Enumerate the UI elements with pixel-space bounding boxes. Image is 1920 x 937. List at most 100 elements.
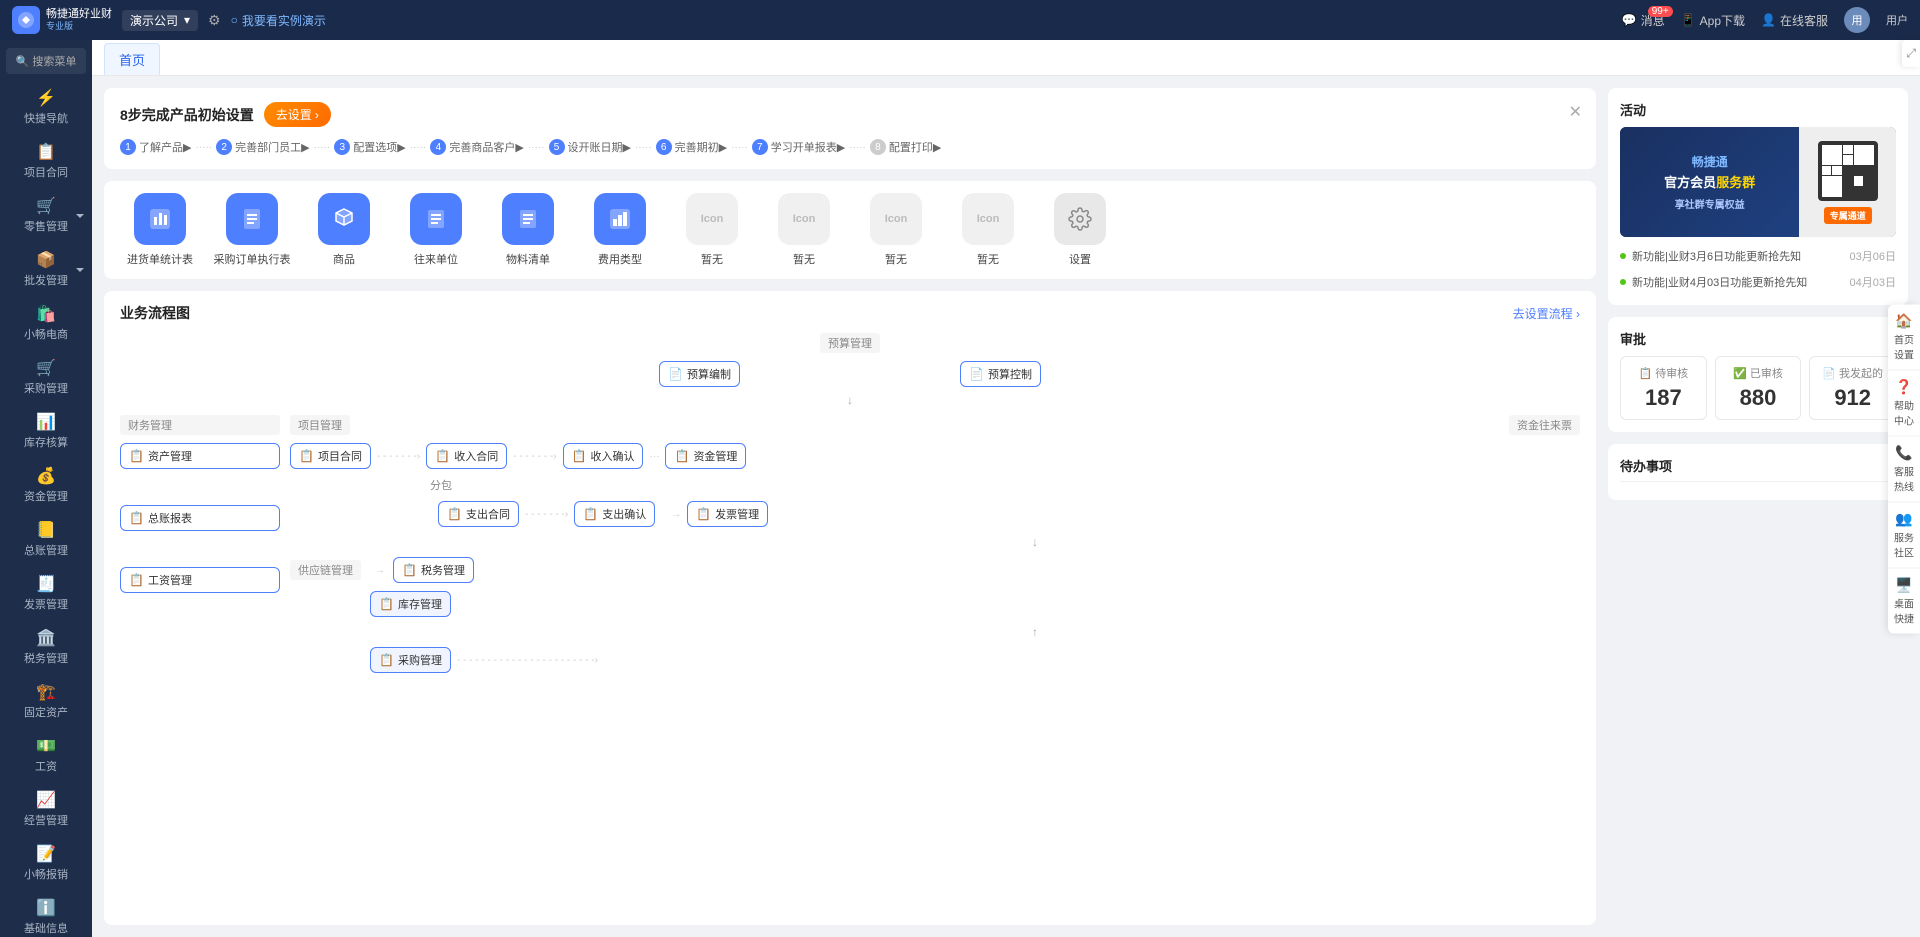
node-capital-mgmt[interactable]: 📋 资金管理 — [665, 443, 746, 469]
app-logo: 畅捷通好业财 专业版 — [12, 6, 112, 34]
sidebar-item-expense[interactable]: 📝 小畅报销 — [0, 836, 92, 890]
icon-item-partner[interactable]: 往来单位 — [396, 193, 476, 267]
app-download-button[interactable]: 📱 App下载 — [1681, 12, 1745, 29]
sidebar-item-project[interactable]: 📋 项目合同 — [0, 134, 92, 188]
flow-setup-link[interactable]: 去设置流程 › — [1513, 305, 1580, 322]
icon-item-placeholder-4[interactable]: Icon 暂无 — [948, 193, 1028, 267]
sidebar-item-purchase[interactable]: 🛒 采购管理 — [0, 350, 92, 404]
setup-step-2[interactable]: 2 完善部门员工 ▶ — [216, 139, 309, 155]
setup-step-3[interactable]: 3 配置选项 ▶ — [334, 139, 405, 155]
icon-item-placeholder-3[interactable]: Icon 暂无 — [856, 193, 936, 267]
node-project-contract[interactable]: 📋 项目合同 — [290, 443, 371, 469]
icon-item-inventory-report[interactable]: 进货单统计表 — [120, 193, 200, 267]
sidebar-item-fixedasset[interactable]: 🏗️ 固定资产 — [0, 674, 92, 728]
invoice-node-icon: 📋 — [696, 507, 711, 521]
rfi-community[interactable]: 👥 服务社区 — [1888, 502, 1920, 568]
activity-banner[interactable]: 畅捷通 官方会员服务群 享社群专属权益 — [1620, 127, 1896, 237]
icon-item-goods[interactable]: 商品 — [304, 193, 384, 267]
bom-icon — [502, 193, 554, 245]
setup-step-5[interactable]: 5 设开账日期 ▶ — [549, 139, 631, 155]
node-ledger[interactable]: 📋 总账报表 — [120, 505, 280, 531]
chevron-down-icon: ▾ — [184, 13, 190, 27]
news-item-1[interactable]: 新功能|业财3月6日功能更新抢先知 03月06日 — [1620, 245, 1896, 267]
sidebar-item-tax[interactable]: 🏛️ 税务管理 — [0, 620, 92, 674]
income-contract-icon: 📋 — [435, 449, 450, 463]
sidebar-item-operation[interactable]: 📈 经营管理 — [0, 782, 92, 836]
setup-step-7[interactable]: 7 学习开单报表 ▶ — [752, 139, 845, 155]
settings-icon[interactable]: ⚙ — [208, 12, 221, 29]
sidebar-item-shortcuts[interactable]: ⚡ 快捷导航 — [0, 80, 92, 134]
setup-btn-label: 去设置 — [276, 106, 312, 123]
node-expense-confirm[interactable]: 📋 支出确认 — [574, 501, 655, 527]
node-inventory[interactable]: 📋 库存管理 — [370, 591, 451, 617]
setup-close-button[interactable]: ✕ — [1569, 102, 1582, 122]
node-income-contract[interactable]: 📋 收入合同 — [426, 443, 507, 469]
sidebar-item-ecommerce[interactable]: 🛍️ 小畅电商 — [0, 296, 92, 350]
icon-item-placeholder-2[interactable]: Icon 暂无 — [764, 193, 844, 267]
user-avatar[interactable]: 用 — [1844, 7, 1870, 33]
demo-link[interactable]: ○ 我要看实例演示 — [231, 12, 326, 29]
approval-approved[interactable]: ✅ 已审核 880 — [1715, 356, 1802, 420]
node-budget-control[interactable]: 📄 预算控制 — [960, 361, 1041, 387]
node-purchase[interactable]: 📋 采购管理 — [370, 647, 451, 673]
setup-step-4[interactable]: 4 完善商品客户 ▶ — [430, 139, 523, 155]
banner-right: 专属通道 — [1799, 127, 1896, 237]
flow-card-header: 业务流程图 去设置流程 › — [120, 303, 1580, 323]
node-asset[interactable]: 📋 资产管理 — [120, 443, 280, 469]
cost-type-label: 费用类型 — [598, 251, 642, 267]
news-item-2[interactable]: 新功能|业财4月03日功能更新抢先知 04月03日 — [1620, 271, 1896, 293]
settings-shortcut-label: 设置 — [1069, 251, 1091, 267]
sidebar-item-wholesale[interactable]: 📦 批发管理 — [0, 242, 92, 296]
online-service-button[interactable]: 👤 在线客服 — [1761, 12, 1828, 29]
rfi-desktop[interactable]: 🖥️ 桌面快捷 — [1888, 568, 1920, 633]
node-salary[interactable]: 📋 工资管理 — [120, 567, 280, 593]
sidebar-item-ledger[interactable]: 📒 总账管理 — [0, 512, 92, 566]
node-expense-contract[interactable]: 📋 支出合同 — [438, 501, 519, 527]
sidebar-item-basicinfo-label: 基础信息 — [24, 920, 68, 936]
sidebar-item-capital[interactable]: 💰 资金管理 — [0, 458, 92, 512]
invoice-icon: 🧾 — [36, 574, 56, 594]
placeholder-3-icon: Icon — [870, 193, 922, 245]
rfi-hotline[interactable]: 📞 客服热线 — [1888, 436, 1920, 502]
icon-item-purchase-order[interactable]: 采购订单执行表 — [212, 193, 292, 267]
icon-item-placeholder-1[interactable]: Icon 暂无 — [672, 193, 752, 267]
sidebar-item-invoice[interactable]: 🧾 发票管理 — [0, 566, 92, 620]
node-income-confirm[interactable]: 📋 收入确认 — [563, 443, 644, 469]
rfi-home-settings[interactable]: 🏠 首页设置 — [1888, 304, 1920, 370]
setup-button[interactable]: 去设置 › — [264, 102, 331, 127]
node-budget-compile[interactable]: 📄 预算编制 — [659, 361, 740, 387]
income-confirm-label: 收入确认 — [590, 448, 634, 464]
project-contract-label: 项目合同 — [318, 448, 362, 464]
user-initial: 用 — [1852, 12, 1863, 28]
sidebar-item-salary-label: 工资 — [35, 758, 57, 774]
sidebar-item-basicinfo[interactable]: ℹ️ 基础信息 — [0, 890, 92, 937]
node-invoice[interactable]: 📋 发票管理 — [687, 501, 768, 527]
sidebar-item-inventory[interactable]: 📊 库存核算 — [0, 404, 92, 458]
approval-mine[interactable]: 📄 我发起的 912 — [1809, 356, 1896, 420]
setup-step-6[interactable]: 6 完善期初 ▶ — [656, 139, 727, 155]
setup-step-1[interactable]: 1 了解产品 ▶ — [120, 139, 191, 155]
tab-home[interactable]: 首页 — [104, 43, 160, 75]
tax-link: → — [375, 565, 385, 576]
icon-item-cost-type[interactable]: 费用类型 — [580, 193, 660, 267]
goods-icon — [318, 193, 370, 245]
tab-home-label: 首页 — [119, 53, 145, 68]
icon-item-settings[interactable]: 设置 — [1040, 193, 1120, 267]
user-name: 用户 — [1886, 12, 1908, 28]
expand-button[interactable]: ⤢ — [1902, 40, 1920, 67]
message-button[interactable]: 💬 消息 99+ — [1622, 12, 1665, 29]
project-header: 项目管理 资金往来票 — [290, 415, 1580, 435]
company-selector[interactable]: 演示公司 ▾ — [122, 10, 198, 31]
search-menu[interactable]: 🔍 搜索菜单 — [6, 48, 86, 74]
node-tax[interactable]: 📋 税务管理 — [393, 557, 474, 583]
sidebar-item-retail[interactable]: 🛒 零售管理 — [0, 188, 92, 242]
approval-pending[interactable]: 📋 待审核 187 — [1620, 356, 1707, 420]
sidebar-item-salary[interactable]: 💵 工资 — [0, 728, 92, 782]
step-play-1: ▶ — [183, 141, 191, 154]
sidebar-item-ledger-label: 总账管理 — [24, 542, 68, 558]
rfi-help[interactable]: ❓ 帮助中心 — [1888, 370, 1920, 436]
icon-item-bom[interactable]: 物料清单 — [488, 193, 568, 267]
activity-btn[interactable]: 专属通道 — [1824, 207, 1872, 224]
setup-step-8[interactable]: 8 配置打印 ▶ — [870, 139, 941, 155]
ledger-icon: 📒 — [36, 520, 56, 540]
